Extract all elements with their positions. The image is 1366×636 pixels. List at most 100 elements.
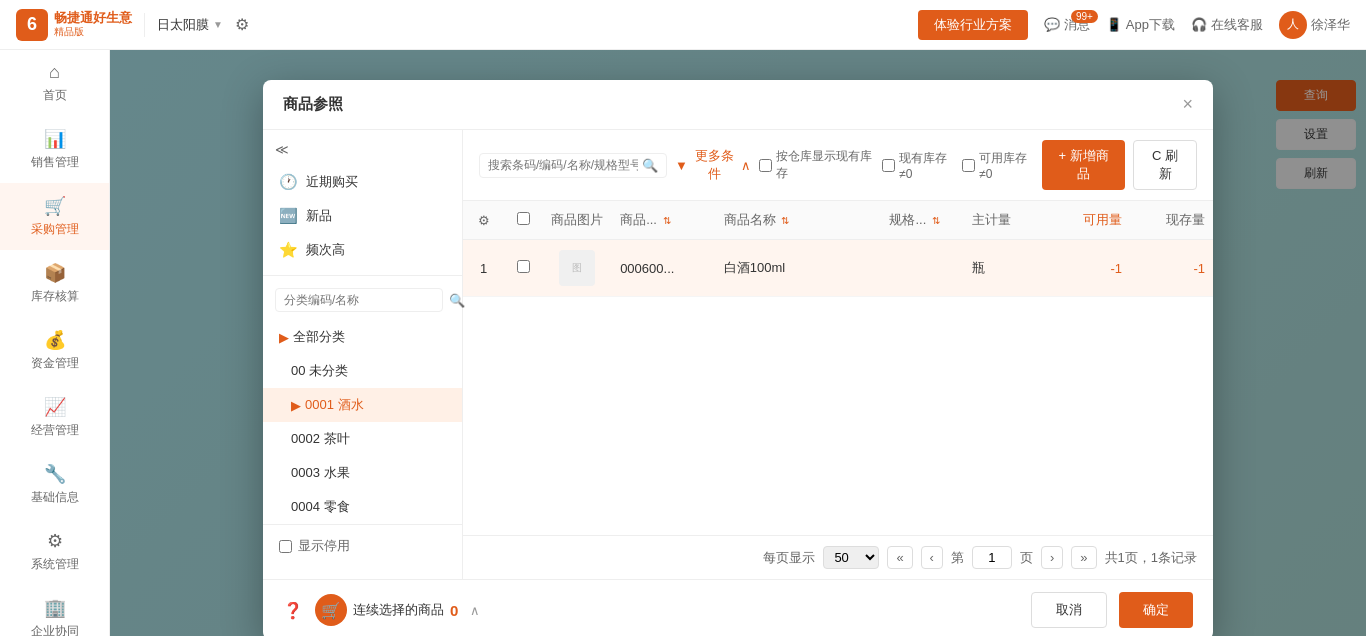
sort-name-icon: ⇅: [781, 215, 789, 226]
stock-nonzero-checkbox[interactable]: [882, 159, 895, 172]
cart-collapse-icon[interactable]: ∧: [470, 603, 480, 618]
confirm-button[interactable]: 确定: [1119, 592, 1193, 628]
modal-close-button[interactable]: ×: [1182, 94, 1193, 115]
sidebar: ⌂ 首页 📊 销售管理 🛒 采购管理 📦 库存核算 💰 资金管理 📈 经营管理 …: [0, 50, 110, 636]
col-header-code[interactable]: 商品... ⇅: [612, 201, 716, 240]
stock-by-warehouse-checkbox[interactable]: [759, 159, 772, 172]
category-uncategorized[interactable]: 00 未分类: [263, 354, 462, 388]
modal-title: 商品参照: [283, 95, 343, 114]
user-name: 徐泽华: [1311, 16, 1350, 34]
first-page-btn[interactable]: «: [887, 546, 912, 569]
refresh-button[interactable]: C 刷新: [1133, 140, 1197, 190]
show-disabled-checkbox[interactable]: [279, 540, 292, 553]
user-menu[interactable]: 人 徐泽华: [1279, 11, 1350, 39]
modal-main: 🔍 ▼ 更多条件 ∧ 按仓库显示现有库存: [463, 130, 1213, 579]
message-icon: 💬: [1044, 17, 1060, 32]
help-icon[interactable]: ❓: [283, 601, 303, 620]
cancel-button[interactable]: 取消: [1031, 592, 1107, 628]
table-header-row: ⚙ 商品图片: [463, 201, 1213, 240]
product-search-input[interactable]: [488, 158, 638, 172]
col-img-label: 商品图片: [551, 212, 603, 227]
finance-icon: 💰: [44, 329, 66, 351]
sidebar-item-operations[interactable]: 📈 经营管理: [0, 384, 109, 451]
page-size-select[interactable]: 20 50 100: [823, 546, 879, 569]
row-img-cell: 图: [542, 240, 612, 297]
col-stock-label: 现存量: [1166, 212, 1205, 227]
sidebar-label-basic: 基础信息: [31, 489, 79, 506]
add-product-button[interactable]: + 新增商品: [1042, 140, 1125, 190]
avail-nonzero-label[interactable]: 可用库存≠0: [962, 150, 1034, 181]
col-header-name[interactable]: 商品名称 ⇅: [716, 201, 882, 240]
stock-by-warehouse-label[interactable]: 按仓库显示现有库存: [759, 148, 874, 182]
product-search-icon[interactable]: 🔍: [642, 158, 658, 173]
category-search: 🔍: [263, 284, 462, 320]
settings-icon[interactable]: ⚙: [235, 15, 249, 34]
row-stock: -1: [1130, 240, 1213, 297]
cart-area[interactable]: 🛒 连续选择的商品 0: [315, 594, 458, 626]
sidebar-label-home: 首页: [43, 87, 67, 104]
store-selector[interactable]: 日太阳膜 ▼: [157, 16, 223, 34]
sidebar-item-finance[interactable]: 💰 资金管理: [0, 317, 109, 384]
sidebar-label-purchase: 采购管理: [31, 221, 79, 238]
category-search-input[interactable]: [275, 288, 443, 312]
page-number-input[interactable]: [972, 546, 1012, 569]
col-name-label: 商品名称: [724, 212, 776, 227]
modal-sidebar-top: ≪: [263, 142, 462, 165]
sidebar-collapse-btn[interactable]: ≪: [275, 142, 289, 157]
col-spec-label: 规格...: [889, 212, 926, 227]
pagination: 每页显示 20 50 100 « ‹ 第 页 ›: [463, 535, 1213, 579]
system-icon: ⚙: [47, 530, 63, 552]
prev-page-btn[interactable]: ‹: [921, 546, 943, 569]
category-list: ▶ 全部分类 00 未分类 ▶ 0001 酒水 0002 茶: [263, 320, 462, 524]
navbar: 6 畅捷通好生意 精品版 日太阳膜 ▼ ⚙ 体验行业方案 💬 消息 99+ 📱 …: [0, 0, 1366, 50]
new-product-nav[interactable]: 🆕 新品: [263, 199, 462, 233]
col-avail-label: 可用量: [1083, 212, 1122, 227]
sidebar-item-purchase[interactable]: 🛒 采购管理: [0, 183, 109, 250]
headset-icon: 🎧: [1191, 17, 1207, 32]
messages-btn[interactable]: 💬 消息 99+: [1044, 16, 1090, 34]
sidebar-item-inventory[interactable]: 📦 库存核算: [0, 250, 109, 317]
sidebar-item-sales[interactable]: 📊 销售管理: [0, 116, 109, 183]
app-label: App下载: [1126, 16, 1175, 34]
modal-sidebar: ≪ 🕐 近期购买 🆕 新品 ⭐ 频次高: [263, 130, 463, 579]
category-liquor[interactable]: ▶ 0001 酒水: [263, 388, 462, 422]
frequent-nav[interactable]: ⭐ 频次高: [263, 233, 462, 267]
row-avail: -1: [1047, 240, 1130, 297]
sidebar-item-home[interactable]: ⌂ 首页: [0, 50, 109, 116]
expand-liquor-arrow: ▶: [291, 398, 301, 413]
settings-col-icon[interactable]: ⚙: [478, 213, 490, 228]
inventory-icon: 📦: [44, 262, 66, 284]
category-snack[interactable]: 0004 零食: [263, 490, 462, 524]
product-table-body: 1 图 000600... 白酒100ml: [463, 240, 1213, 297]
sort-spec-icon: ⇅: [932, 215, 940, 226]
category-fruit[interactable]: 0003 水果: [263, 456, 462, 490]
support-label: 在线客服: [1211, 16, 1263, 34]
table-row[interactable]: 1 图 000600... 白酒100ml: [463, 240, 1213, 297]
row-checkbox[interactable]: [517, 260, 530, 273]
sidebar-divider: [263, 275, 462, 276]
col-code-label: 商品...: [620, 212, 657, 227]
avail-nonzero-text: 可用库存≠0: [979, 150, 1034, 181]
last-page-btn[interactable]: »: [1071, 546, 1096, 569]
stock-nonzero-label[interactable]: 现有库存≠0: [882, 150, 954, 181]
col-unit-label: 主计量: [972, 212, 1011, 227]
sidebar-item-basic[interactable]: 🔧 基础信息: [0, 451, 109, 518]
trial-button[interactable]: 体验行业方案: [918, 10, 1028, 40]
category-tea[interactable]: 0002 茶叶: [263, 422, 462, 456]
sidebar-label-sales: 销售管理: [31, 154, 79, 171]
app-icon: 📱: [1106, 17, 1122, 32]
sidebar-item-system[interactable]: ⚙ 系统管理: [0, 518, 109, 585]
app-download-btn[interactable]: 📱 App下载: [1106, 16, 1175, 34]
recent-purchase-nav[interactable]: 🕐 近期购买: [263, 165, 462, 199]
select-all-checkbox[interactable]: [517, 212, 530, 225]
avail-nonzero-checkbox[interactable]: [962, 159, 975, 172]
row-num: 1: [463, 240, 504, 297]
filter-button[interactable]: ▼ 更多条件 ∧: [675, 147, 751, 183]
category-all[interactable]: ▶ 全部分类: [263, 320, 462, 354]
col-header-unit[interactable]: 主计量: [964, 201, 1047, 240]
support-btn[interactable]: 🎧 在线客服: [1191, 16, 1263, 34]
sidebar-item-collab[interactable]: 🏢 企业协同: [0, 585, 109, 636]
next-page-btn[interactable]: ›: [1041, 546, 1063, 569]
store-chevron-icon: ▼: [213, 19, 223, 30]
col-header-spec[interactable]: 规格... ⇅: [881, 201, 964, 240]
